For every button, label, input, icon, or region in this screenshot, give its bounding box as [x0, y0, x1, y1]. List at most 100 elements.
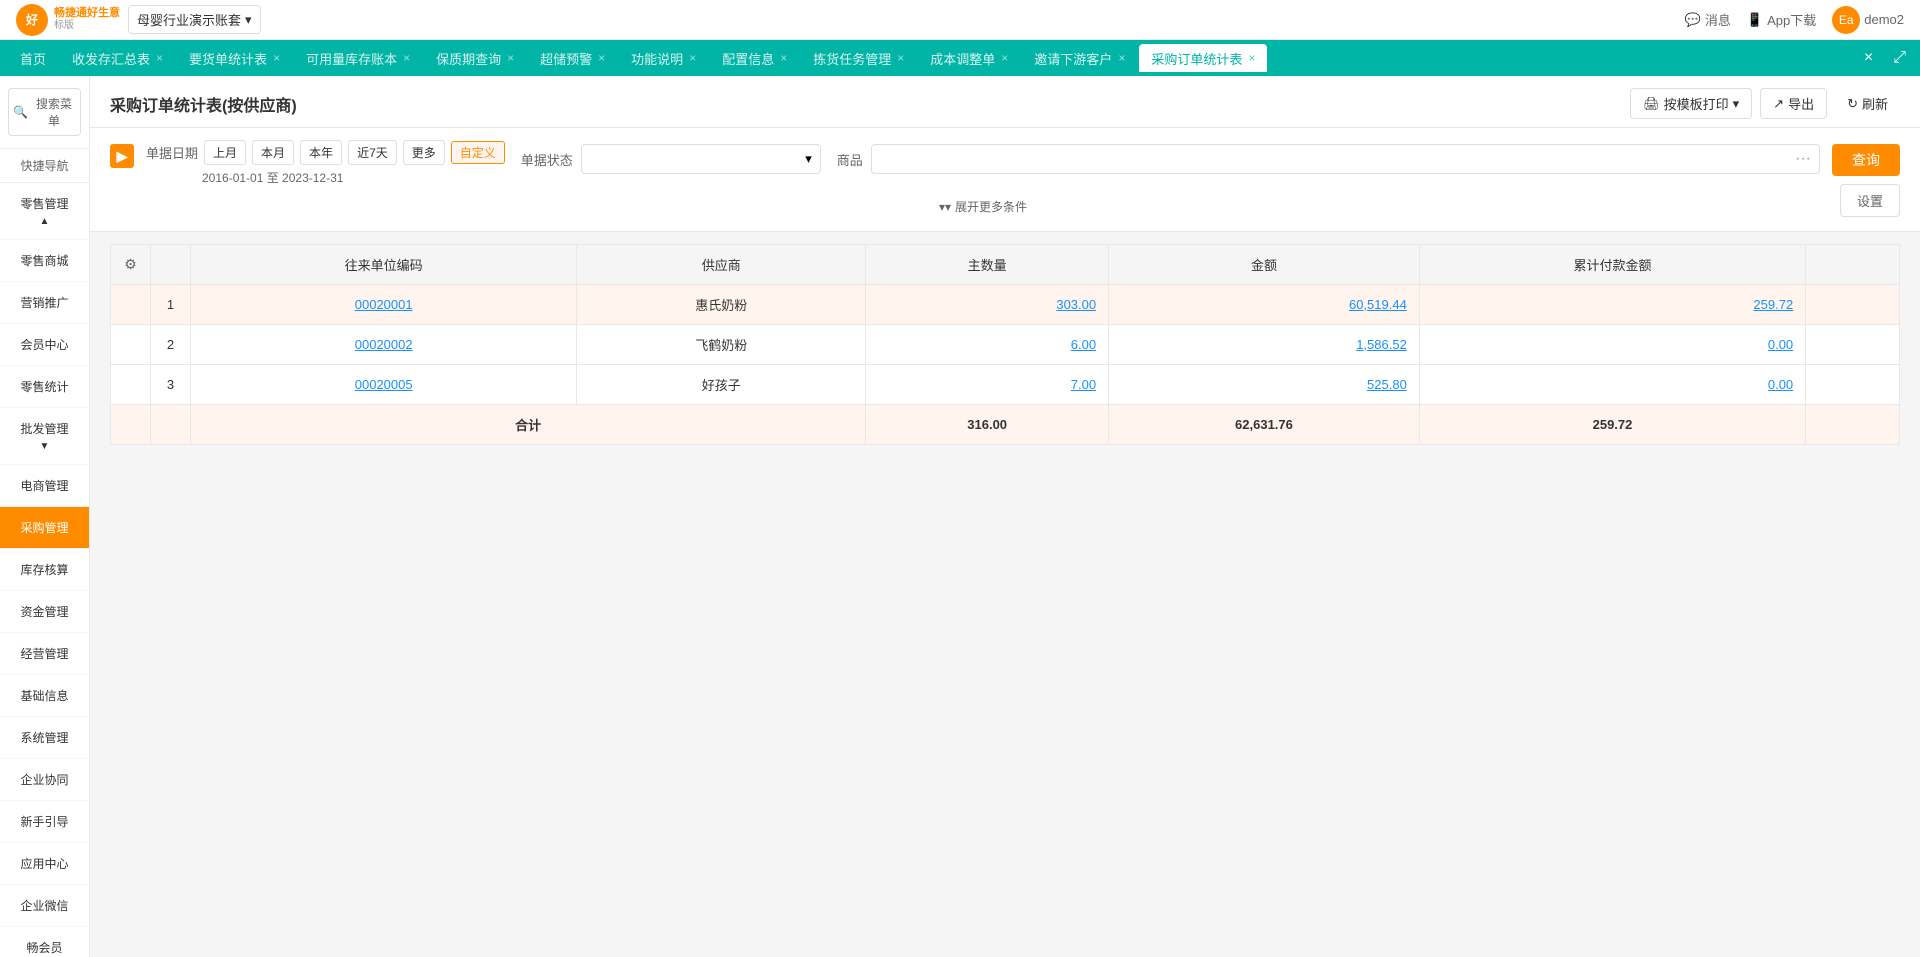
td-paid-amount-2[interactable]: 0.00: [1419, 325, 1805, 365]
sidebar-item-retail-stats[interactable]: 零售统计: [0, 366, 89, 408]
td-quantity-2[interactable]: 6.00: [866, 325, 1109, 365]
td-quantity-3[interactable]: 7.00: [866, 365, 1109, 405]
tab-invite-downstream-close[interactable]: ×: [1118, 51, 1125, 65]
td-amount-1[interactable]: 60,519.44: [1109, 285, 1420, 325]
td-unit-code-2[interactable]: 00020002: [191, 325, 577, 365]
goods-input-more[interactable]: ···: [1795, 150, 1811, 168]
td-amount-2[interactable]: 1,586.52: [1109, 325, 1420, 365]
tab-picking-task[interactable]: 拣货任务管理 ×: [801, 44, 916, 72]
th-paid-amount[interactable]: 累计付款金额: [1419, 245, 1805, 285]
logo-subtitle: 标版: [54, 20, 120, 32]
sidebar-item-enterprise-wechat[interactable]: 企业微信: [0, 885, 89, 927]
tab-available-inventory-close[interactable]: ×: [403, 51, 410, 65]
sidebar-item-ecommerce-mgmt[interactable]: 电商管理: [0, 465, 89, 507]
settings-icon[interactable]: ⚙: [124, 256, 137, 272]
export-label: 导出: [1788, 94, 1814, 113]
tab-cost-adjust[interactable]: 成本调整单 ×: [918, 44, 1020, 72]
search-menu-button[interactable]: 🔍 搜索菜单: [8, 88, 81, 136]
td-paid-amount-1[interactable]: 259.72: [1419, 285, 1805, 325]
tab-receive-summary-close[interactable]: ×: [156, 51, 163, 65]
date-custom-button[interactable]: 自定义: [451, 141, 505, 164]
tab-function-desc[interactable]: 功能说明 ×: [619, 44, 708, 72]
tab-purchase-summary[interactable]: 要货单统计表 ×: [177, 44, 292, 72]
tab-cost-adjust-close[interactable]: ×: [1001, 51, 1008, 65]
tab-picking-task-close[interactable]: ×: [897, 51, 904, 65]
data-table: ⚙ 往来单位编码 供应商 主数量 金额 累计付款金额 1: [110, 244, 1900, 445]
tab-purchase-order-summary-close[interactable]: ×: [1248, 51, 1255, 65]
date-quick-this-month[interactable]: 本月: [252, 140, 294, 165]
th-quantity[interactable]: 主数量: [866, 245, 1109, 285]
refresh-button[interactable]: ↻ 刷新: [1835, 89, 1900, 118]
sidebar-item-app-center[interactable]: 应用中心: [0, 843, 89, 885]
td-paid-amount-3[interactable]: 0.00: [1419, 365, 1805, 405]
sidebar-item-ops-mgmt[interactable]: 经营管理: [0, 633, 89, 675]
goods-input[interactable]: ···: [871, 144, 1820, 174]
sidebar-item-basic-info[interactable]: 基础信息: [0, 675, 89, 717]
workspace-selector[interactable]: 母婴行业演示账套 ▾: [128, 5, 261, 34]
retail-mgmt-arrow: ▲: [40, 216, 50, 227]
tab-overstock-warning[interactable]: 超储预警 ×: [528, 44, 617, 72]
td-unit-code-1[interactable]: 00020001: [191, 285, 577, 325]
sidebar-item-capital-mgmt[interactable]: 资金管理: [0, 591, 89, 633]
export-button[interactable]: ↗ 导出: [1760, 88, 1827, 119]
tab-function-desc-close[interactable]: ×: [689, 51, 696, 65]
sidebar-item-new-guide[interactable]: 新手引导: [0, 801, 89, 843]
tab-available-inventory[interactable]: 可用量库存账本 ×: [294, 44, 422, 72]
template-print-arrow: ▾: [1733, 96, 1740, 112]
sidebar-item-retail-shop[interactable]: 零售商城: [0, 240, 89, 282]
tab-home[interactable]: 首页: [8, 44, 58, 72]
td-amount-3[interactable]: 525.80: [1109, 365, 1420, 405]
th-settings[interactable]: ⚙: [111, 245, 151, 285]
sidebar-item-marketing[interactable]: 营销推广: [0, 282, 89, 324]
template-print-button[interactable]: 🖨 按模板打印 ▾: [1630, 88, 1752, 119]
nav-expand-button[interactable]: ⤢: [1887, 47, 1912, 69]
date-quick-7-days[interactable]: 近7天: [348, 140, 397, 165]
th-amount[interactable]: 金额: [1109, 245, 1420, 285]
nav-close-all-button[interactable]: ×: [1858, 47, 1879, 69]
sidebar-item-system-mgmt[interactable]: 系统管理: [0, 717, 89, 759]
tab-shelf-life-close[interactable]: ×: [507, 51, 514, 65]
date-quick-last-month[interactable]: 上月: [204, 140, 246, 165]
expand-more-button[interactable]: ▾▾ 展开更多条件: [939, 194, 1027, 219]
td-quantity-1[interactable]: 303.00: [866, 285, 1109, 325]
sidebar-item-inventory-check[interactable]: 库存核算: [0, 549, 89, 591]
purchase-mgmt-label: 采购管理: [20, 519, 68, 536]
tab-overstock-warning-close[interactable]: ×: [598, 51, 605, 65]
retail-mgmt-label: 零售管理: [20, 195, 68, 212]
logo-abbr: 好: [26, 11, 38, 28]
td-unit-code-3[interactable]: 00020005: [191, 365, 577, 405]
tab-config-info[interactable]: 配置信息 ×: [710, 44, 799, 72]
sidebar-item-member-center[interactable]: 会员中心: [0, 324, 89, 366]
sidebar-item-purchase-mgmt[interactable]: 采购管理: [0, 507, 89, 549]
th-supplier[interactable]: 供应商: [577, 245, 866, 285]
workspace-arrow: ▾: [245, 12, 252, 28]
filter-settings-button[interactable]: 设置: [1840, 184, 1900, 217]
sidebar-item-retail-mgmt[interactable]: 零售管理 ▲: [0, 183, 89, 240]
th-unit-code[interactable]: 往来单位编码: [191, 245, 577, 285]
date-quick-more[interactable]: 更多: [403, 140, 445, 165]
status-select[interactable]: ▾: [581, 144, 821, 174]
tab-invite-downstream[interactable]: 邀请下游客户 ×: [1022, 44, 1137, 72]
message-action[interactable]: 💬 消息: [1685, 10, 1731, 29]
tab-shelf-life[interactable]: 保质期查询 ×: [424, 44, 526, 72]
filter-settings-label: 设置: [1857, 194, 1883, 209]
logo-text: 畅捷通好生意: [54, 7, 120, 20]
date-quick-this-year[interactable]: 本年: [300, 140, 342, 165]
table-header-row: ⚙ 往来单位编码 供应商 主数量 金额 累计付款金额: [111, 245, 1900, 285]
th-empty: [1806, 245, 1900, 285]
tab-purchase-summary-close[interactable]: ×: [273, 51, 280, 65]
query-button[interactable]: 查询: [1832, 144, 1900, 176]
sidebar-item-member[interactable]: 畅会员: [0, 927, 89, 957]
tab-invite-downstream-label: 邀请下游客户: [1034, 49, 1112, 68]
user-area[interactable]: Ea demo2: [1832, 6, 1904, 34]
sidebar-item-wholesale-mgmt[interactable]: 批发管理 ▼: [0, 408, 89, 465]
wholesale-mgmt-arrow: ▼: [40, 441, 50, 452]
app-download-action[interactable]: 📱 App下载: [1747, 10, 1816, 29]
tab-receive-summary[interactable]: 收发存汇总表 ×: [60, 44, 175, 72]
enterprise-wechat-label: 企业微信: [20, 897, 68, 914]
sidebar-item-enterprise-collab[interactable]: 企业协同: [0, 759, 89, 801]
tab-config-info-close[interactable]: ×: [780, 51, 787, 65]
tab-purchase-order-summary[interactable]: 采购订单统计表 ×: [1139, 44, 1267, 72]
quick-nav-button[interactable]: 快捷导航: [0, 149, 89, 183]
filter-toggle-button[interactable]: ▶: [110, 144, 134, 168]
